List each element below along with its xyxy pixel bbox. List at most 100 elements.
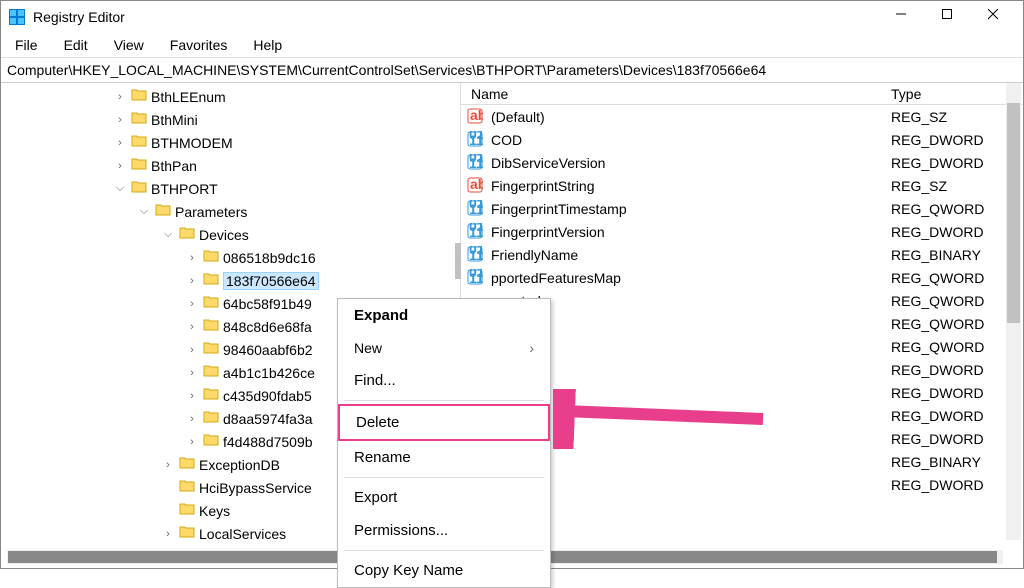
value-row[interactable]: 011110 FingerprintTimestampREG_QWORD bbox=[461, 197, 1023, 220]
cm-rename[interactable]: Rename bbox=[338, 441, 550, 474]
cm-delete[interactable]: Delete bbox=[338, 404, 550, 441]
menu-help[interactable]: Help bbox=[253, 37, 282, 53]
value-row[interactable]: 011110CODREG_DWORD bbox=[461, 128, 1023, 151]
tree-item-BTHMODEM[interactable]: ›BTHMODEM bbox=[1, 131, 460, 154]
title-bar: Registry Editor bbox=[1, 1, 1023, 33]
svg-text:110: 110 bbox=[469, 155, 483, 170]
value-type: REG_DWORD bbox=[891, 224, 1023, 240]
expander-icon[interactable]: › bbox=[161, 527, 175, 541]
expander-icon[interactable]: › bbox=[185, 320, 199, 334]
expander-icon[interactable]: › bbox=[185, 297, 199, 311]
values-header: Name Type bbox=[461, 83, 1023, 105]
folder-icon bbox=[203, 410, 219, 427]
expander-icon[interactable]: ⌵ bbox=[137, 205, 151, 219]
cm-permissions[interactable]: Permissions... bbox=[338, 514, 550, 547]
value-row[interactable]: 011110FingerprintVersionREG_DWORD bbox=[461, 220, 1023, 243]
expander-icon[interactable]: › bbox=[185, 412, 199, 426]
tree-item-Devices[interactable]: ⌵Devices bbox=[1, 223, 460, 246]
value-type: REG_QWORD bbox=[891, 201, 1023, 217]
tree-label: LocalServices bbox=[199, 526, 286, 541]
tree-item-BthPan[interactable]: ›BthPan bbox=[1, 154, 460, 177]
tree-item-183f70566e64[interactable]: ›183f70566e64 bbox=[1, 269, 460, 292]
tree-label: d8aa5974fa3a bbox=[223, 411, 313, 427]
folder-icon bbox=[131, 180, 147, 197]
scrollbar-thumb[interactable] bbox=[1007, 103, 1020, 323]
window-controls bbox=[885, 1, 1023, 33]
folder-icon bbox=[203, 433, 219, 450]
value-type: REG_QWORD bbox=[891, 293, 1023, 309]
expander-icon[interactable]: › bbox=[113, 159, 127, 173]
annotation-arrow bbox=[553, 389, 773, 449]
menu-view[interactable]: View bbox=[114, 37, 144, 53]
expander-icon[interactable]: › bbox=[185, 251, 199, 265]
folder-icon bbox=[179, 502, 195, 519]
value-type-icon: 011110 bbox=[467, 200, 485, 218]
value-name: tures bbox=[491, 339, 891, 355]
expander-icon[interactable]: › bbox=[113, 136, 127, 150]
tree-label: 086518b9dc16 bbox=[223, 250, 316, 266]
cm-find[interactable]: Find... bbox=[338, 364, 550, 397]
value-name: pportedFeaturesMap bbox=[491, 270, 891, 286]
minimize-button[interactable] bbox=[885, 1, 931, 33]
cm-export[interactable]: Export bbox=[338, 481, 550, 514]
tree-item-086518b9dc16[interactable]: › 086518b9dc16 bbox=[1, 246, 460, 269]
value-name: FingerprintTimestamp bbox=[491, 201, 891, 217]
value-type-icon: 011110 bbox=[467, 269, 485, 287]
column-type[interactable]: Type bbox=[881, 84, 1023, 104]
folder-icon bbox=[179, 479, 195, 496]
value-row[interactable]: ab(Default)REG_SZ bbox=[461, 105, 1023, 128]
tree-item-BTHPORT[interactable]: ⌵BTHPORT bbox=[1, 177, 460, 200]
value-row[interactable]: abFingerprintStringREG_SZ bbox=[461, 174, 1023, 197]
expander-icon[interactable]: › bbox=[161, 458, 175, 472]
expander-icon[interactable]: ⌵ bbox=[161, 228, 175, 242]
address-bar[interactable]: Computer\HKEY_LOCAL_MACHINE\SYSTEM\Curre… bbox=[1, 58, 1023, 83]
value-name: FingerprintString bbox=[491, 178, 891, 194]
expander-icon[interactable]: › bbox=[185, 343, 199, 357]
column-name[interactable]: Name bbox=[461, 84, 881, 104]
tree-item-BthMini[interactable]: ›BthMini bbox=[1, 108, 460, 131]
expander-icon[interactable] bbox=[161, 504, 175, 518]
expander-icon[interactable] bbox=[161, 481, 175, 495]
context-menu: Expand New› Find... Delete Rename Export… bbox=[337, 298, 551, 588]
expander-icon[interactable]: › bbox=[113, 90, 127, 104]
tree-label: HciBypassService bbox=[199, 480, 312, 496]
expander-icon[interactable]: › bbox=[185, 274, 199, 288]
expander-icon[interactable]: › bbox=[113, 113, 127, 127]
folder-icon bbox=[203, 272, 219, 289]
tree-item-BthLEEnum[interactable]: › BthLEEnum bbox=[1, 85, 460, 108]
menu-file[interactable]: File bbox=[15, 37, 38, 53]
submenu-arrow-icon: › bbox=[529, 340, 534, 356]
maximize-button[interactable] bbox=[931, 1, 977, 33]
value-name: n bbox=[491, 316, 891, 332]
value-type-icon: 011110 bbox=[467, 131, 485, 149]
tree-label: 848c8d6e68fa bbox=[223, 319, 312, 335]
menu-bar: File Edit View Favorites Help bbox=[1, 33, 1023, 58]
tree-label: BthLEEnum bbox=[151, 89, 226, 105]
folder-icon bbox=[203, 318, 219, 335]
folder-icon bbox=[203, 387, 219, 404]
values-scrollbar[interactable] bbox=[1006, 83, 1021, 540]
cm-copy-key-name[interactable]: Copy Key Name bbox=[338, 554, 550, 587]
tree-label: Keys bbox=[199, 503, 230, 519]
menu-edit[interactable]: Edit bbox=[64, 37, 88, 53]
menu-favorites[interactable]: Favorites bbox=[170, 37, 228, 53]
close-button[interactable] bbox=[977, 1, 1023, 33]
pane-divider[interactable] bbox=[455, 243, 461, 279]
svg-text:110: 110 bbox=[469, 201, 483, 216]
folder-icon bbox=[131, 157, 147, 174]
svg-text:ab: ab bbox=[470, 108, 483, 123]
value-row[interactable]: 011110DibServiceVersionREG_DWORD bbox=[461, 151, 1023, 174]
expander-icon[interactable]: › bbox=[185, 389, 199, 403]
value-row[interactable]: 011110FriendlyNameREG_BINARY bbox=[461, 243, 1023, 266]
value-type: REG_QWORD bbox=[891, 316, 1023, 332]
expander-icon[interactable]: ⌵ bbox=[113, 182, 127, 196]
cm-expand[interactable]: Expand bbox=[338, 299, 550, 332]
tree-label: 64bc58f91b49 bbox=[223, 296, 312, 312]
folder-icon bbox=[203, 341, 219, 358]
tree-item-Parameters[interactable]: ⌵Parameters bbox=[1, 200, 460, 223]
value-row[interactable]: 011110pportedFeaturesMapREG_QWORD bbox=[461, 266, 1023, 289]
cm-new[interactable]: New› bbox=[338, 332, 550, 364]
expander-icon[interactable]: › bbox=[185, 435, 199, 449]
expander-icon[interactable]: › bbox=[185, 366, 199, 380]
svg-text:110: 110 bbox=[469, 270, 483, 285]
